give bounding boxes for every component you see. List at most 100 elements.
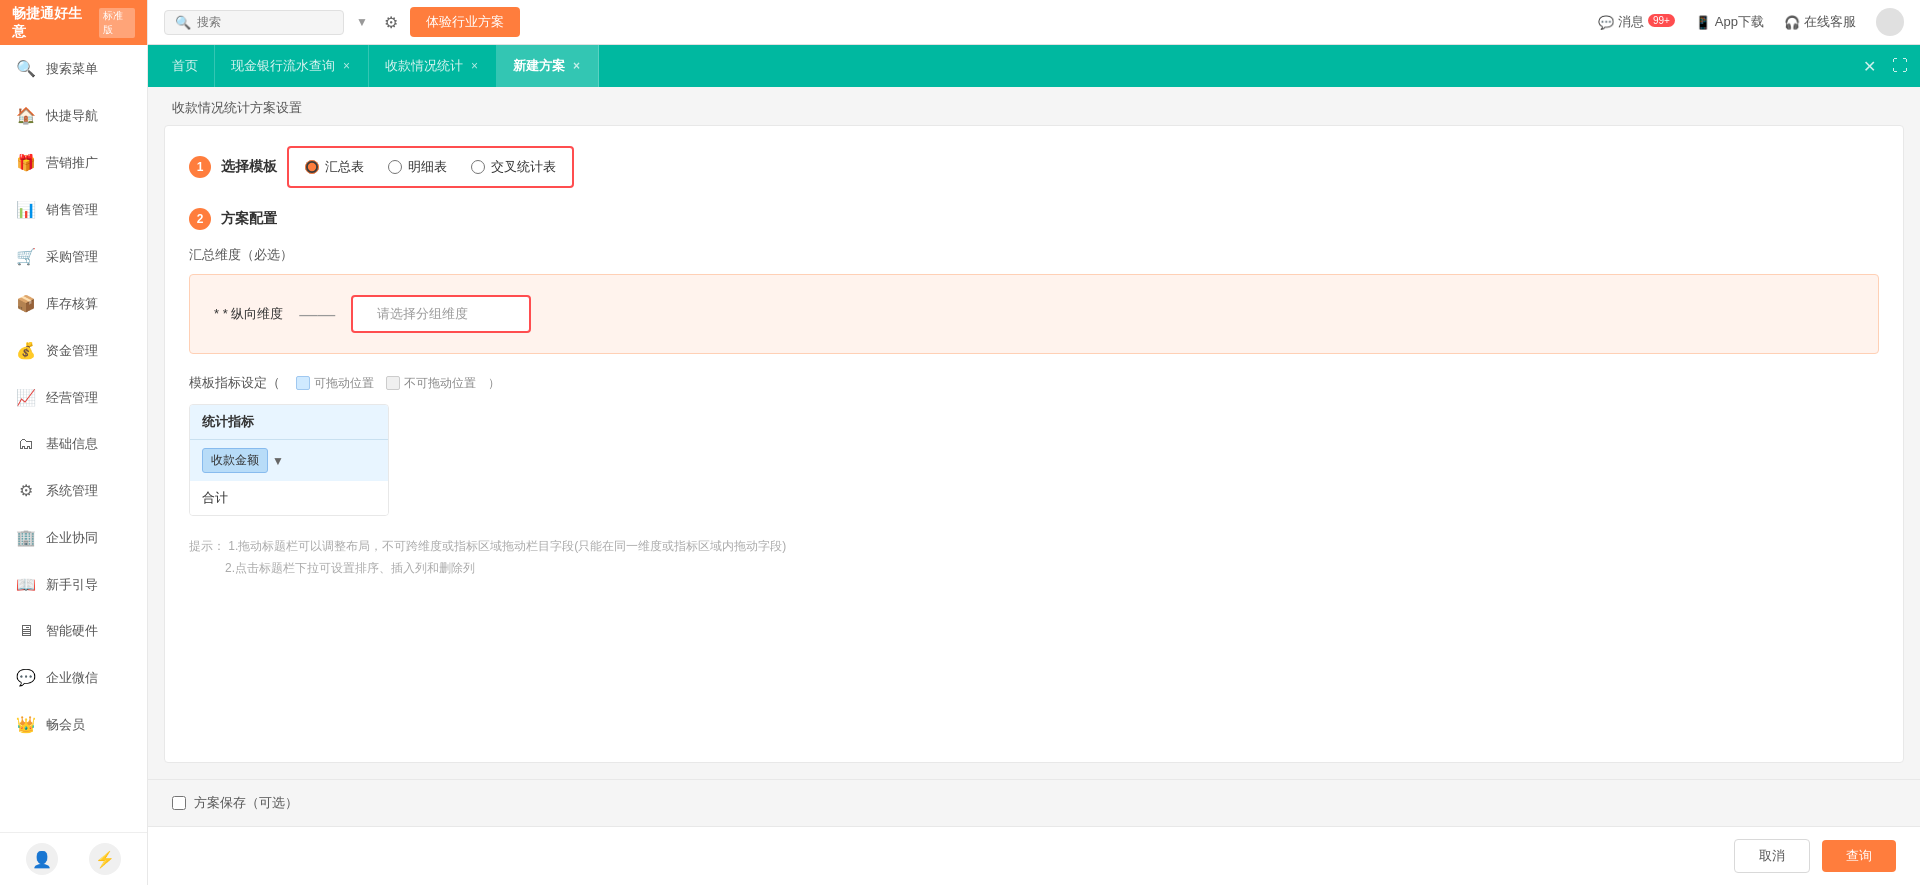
sidebar-logo: 畅捷通好生意 标准版: [0, 0, 147, 45]
topbar-app-download[interactable]: 📱 App下载: [1695, 13, 1764, 31]
sidebar-item-operation[interactable]: 📈 经营管理: [0, 374, 147, 421]
sidebar-label-enterprise: 企业协同: [46, 529, 98, 547]
sidebar-item-enterprise[interactable]: 🏢 企业协同: [0, 514, 147, 561]
sidebar-item-sales[interactable]: 📊 销售管理: [0, 186, 147, 233]
tab-maximize-icon[interactable]: ⛶: [1888, 53, 1912, 79]
sidebar-icon-member: 👑: [16, 715, 36, 734]
metrics-section: 模板指标设定（ 可拖动位置 不可拖动位置 ）: [189, 374, 1879, 516]
tabbar: 首页现金银行流水查询× 收款情况统计 × 新建方案 × ✕ ⛶: [148, 45, 1920, 87]
tabbar-actions: ✕ ⛶: [1859, 53, 1912, 80]
sidebar-label-purchase: 采购管理: [46, 248, 98, 266]
sidebar-label-member: 畅会员: [46, 716, 85, 734]
sidebar-icon-system: ⚙: [16, 481, 36, 500]
radio-cross[interactable]: 交叉统计表: [471, 158, 556, 176]
logo-text: 畅捷通好生意: [12, 5, 91, 41]
radio-cross-input[interactable]: [471, 160, 485, 174]
topbar-right: 💬 消息 99+ 📱 App下载 🎧 在线客服: [1598, 8, 1904, 36]
sidebar-items: 🔍 搜索菜单🏠 快捷导航🎁 营销推广📊 销售管理🛒 采购管理📦 库存核算💰 资金…: [0, 45, 147, 832]
tips-section: 提示： 1.拖动标题栏可以调整布局，不可跨维度或指标区域拖动栏目字段(只能在同一…: [189, 536, 1879, 579]
radio-summary[interactable]: 汇总表: [305, 158, 364, 176]
cancel-button[interactable]: 取消: [1734, 839, 1810, 873]
app-download-label: App下载: [1715, 13, 1764, 31]
metrics-table-header: 统计指标: [190, 405, 388, 440]
metrics-tag-row: 收款金额 ▼: [190, 440, 388, 481]
tip-1: 提示： 1.拖动标题栏可以调整布局，不可跨维度或指标区域拖动栏目字段(只能在同一…: [189, 536, 1879, 558]
sidebar-item-wechat[interactable]: 💬 企业微信: [0, 654, 147, 701]
dimension-placeholder: 请选择分组维度: [377, 306, 468, 321]
sidebar-item-beginner[interactable]: 📖 新手引导: [0, 561, 147, 608]
tab-close-icon[interactable]: ✕: [1859, 53, 1880, 80]
save-checkbox[interactable]: [172, 796, 186, 810]
page-title: 收款情况统计方案设置: [148, 87, 1920, 125]
tab-new-plan[interactable]: 新建方案 ×: [497, 45, 599, 87]
content-area: 收款情况统计方案设置 1 选择模板 汇总表 明细表: [148, 87, 1920, 826]
tab-close-new-plan[interactable]: ×: [571, 57, 582, 75]
sidebar-item-smart-hw[interactable]: 🖥 智能硬件: [0, 608, 147, 654]
step2-number: 2: [189, 208, 211, 230]
sidebar-item-quick-nav[interactable]: 🏠 快捷导航: [0, 92, 147, 139]
legend-fixed-dot: [386, 376, 400, 390]
dimension-arrow: ——: [299, 304, 335, 325]
sidebar-bottom-btn-2[interactable]: ⚡: [89, 843, 121, 875]
online-service-icon: 🎧: [1784, 15, 1800, 30]
metrics-tag-chevron-icon[interactable]: ▼: [272, 454, 284, 468]
tab-close-receipt-stats[interactable]: ×: [469, 57, 480, 75]
topbar-gear-icon[interactable]: ⚙: [384, 13, 398, 32]
sidebar-item-search-menu[interactable]: 🔍 搜索菜单: [0, 45, 147, 92]
sidebar-bottom-btn-1[interactable]: 👤: [26, 843, 58, 875]
tab-bank-flow[interactable]: 现金银行流水查询×: [215, 45, 369, 87]
legend-movable-dot: [296, 376, 310, 390]
dimension-area: * * 纵向维度 —— 请选择分组维度: [189, 274, 1879, 354]
topbar-chevron-icon[interactable]: ▼: [356, 15, 368, 29]
dimension-required-star: *: [214, 306, 223, 321]
sidebar-icon-basic-info: 🗂: [16, 435, 36, 453]
query-button[interactable]: 查询: [1822, 840, 1896, 872]
metrics-table-body: 合计: [190, 481, 388, 515]
tab-label-receipt-stats: 收款情况统计: [385, 57, 463, 75]
sidebar-label-operation: 经营管理: [46, 389, 98, 407]
topbar-search-box[interactable]: 🔍: [164, 10, 344, 35]
tab-receipt-stats[interactable]: 收款情况统计 ×: [369, 45, 497, 87]
legend-close-paren: ）: [488, 375, 500, 392]
tab-home[interactable]: 首页: [156, 45, 215, 87]
radio-summary-input[interactable]: [305, 160, 319, 174]
footer-bar: 取消 查询: [148, 826, 1920, 885]
metrics-header-title: 模板指标设定（: [189, 374, 280, 392]
dimension-input-box[interactable]: 请选择分组维度: [351, 295, 531, 333]
radio-summary-label: 汇总表: [325, 158, 364, 176]
sidebar-icon-finance: 💰: [16, 341, 36, 360]
sidebar-item-system[interactable]: ⚙ 系统管理: [0, 467, 147, 514]
dimension-row: * * 纵向维度 —— 请选择分组维度: [214, 295, 1854, 333]
form-card: 1 选择模板 汇总表 明细表 交叉统计表: [164, 125, 1904, 763]
sidebar-item-inventory[interactable]: 📦 库存核算: [0, 280, 147, 327]
legend-movable: 可拖动位置: [296, 375, 374, 392]
sidebar-item-purchase[interactable]: 🛒 采购管理: [0, 233, 147, 280]
topbar-online-service[interactable]: 🎧 在线客服: [1784, 13, 1856, 31]
topbar: 🔍 ▼ ⚙ 体验行业方案 💬 消息 99+ 📱 App下载 🎧 在线客服: [148, 0, 1920, 45]
sidebar-icon-smart-hw: 🖥: [16, 622, 36, 640]
sidebar-item-marketing[interactable]: 🎁 营销推广: [0, 139, 147, 186]
app-download-icon: 📱: [1695, 15, 1711, 30]
sidebar-item-basic-info[interactable]: 🗂 基础信息: [0, 421, 147, 467]
sidebar-item-member[interactable]: 👑 畅会员: [0, 701, 147, 748]
radio-detail-input[interactable]: [388, 160, 402, 174]
sidebar-label-marketing: 营销推广: [46, 154, 98, 172]
topbar-message[interactable]: 💬 消息 99+: [1598, 13, 1675, 31]
step1-number: 1: [189, 156, 211, 178]
sidebar-label-search-menu: 搜索菜单: [46, 60, 98, 78]
industry-btn[interactable]: 体验行业方案: [410, 7, 520, 37]
user-avatar[interactable]: [1876, 8, 1904, 36]
tab-close-bank-flow[interactable]: ×: [341, 57, 352, 75]
dimension-row-label: * * 纵向维度: [214, 305, 283, 323]
tab-label-new-plan: 新建方案: [513, 57, 565, 75]
radio-detail[interactable]: 明细表: [388, 158, 447, 176]
search-icon: 🔍: [175, 15, 191, 30]
save-label: 方案保存（可选）: [194, 794, 298, 812]
sidebar-bottom: 👤 ⚡: [0, 832, 147, 885]
search-input[interactable]: [197, 15, 333, 29]
sidebar-icon-wechat: 💬: [16, 668, 36, 687]
sidebar-item-finance[interactable]: 💰 资金管理: [0, 327, 147, 374]
metrics-header: 模板指标设定（ 可拖动位置 不可拖动位置 ）: [189, 374, 1879, 392]
step2-label: 方案配置: [221, 210, 277, 228]
metrics-tag-label[interactable]: 收款金额: [202, 448, 268, 473]
